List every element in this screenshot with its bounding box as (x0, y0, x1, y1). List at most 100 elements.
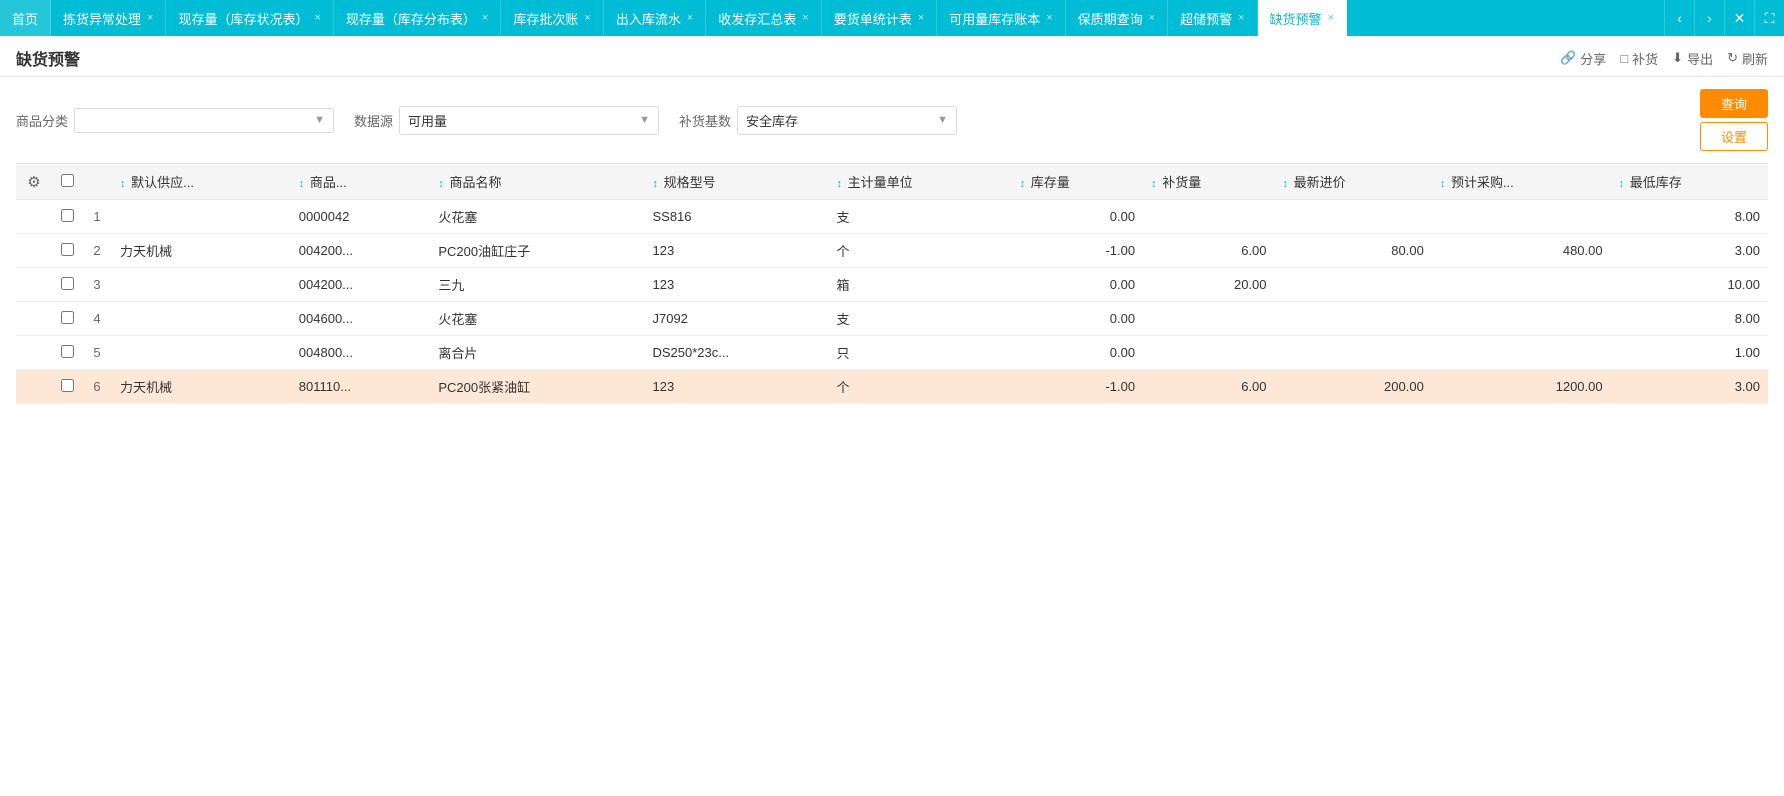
td-latest-price (1275, 302, 1432, 336)
th-name[interactable]: ↕ 商品名称 (430, 164, 644, 200)
tab-close-icon[interactable]: × (1046, 12, 1052, 24)
nav-tab-10[interactable]: 超储预警× (1168, 0, 1257, 36)
td-est-purchase: 1200.00 (1432, 370, 1611, 404)
td-code: 801110... (291, 370, 431, 404)
th-checkbox[interactable] (52, 164, 82, 200)
tab-close-icon[interactable]: × (482, 12, 488, 24)
td-checkbox[interactable] (52, 370, 82, 404)
tab-close-icon[interactable]: × (314, 12, 320, 24)
datasource-select[interactable]: 可用量 ▼ (399, 106, 659, 135)
th-code[interactable]: ↕ 商品... (291, 164, 431, 200)
replenish-button[interactable]: □ 补货 (1620, 49, 1658, 68)
refresh-label: 刷新 (1742, 49, 1768, 68)
header-actions: 🔗 分享 □ 补货 ⬇ 导出 ↻ 刷新 (1560, 49, 1768, 68)
td-min-stock: 3.00 (1611, 370, 1768, 404)
td-est-purchase (1432, 336, 1611, 370)
td-checkbox[interactable] (52, 268, 82, 302)
row-checkbox[interactable] (61, 209, 74, 222)
th-latest-price[interactable]: ↕ 最新进价 (1275, 164, 1432, 200)
sort-icon: ↕ (120, 178, 126, 190)
tab-close-icon[interactable]: × (1149, 12, 1155, 24)
nav-tab-2[interactable]: 现存量（库存状况表）× (166, 0, 333, 36)
td-unit: 支 (829, 302, 1012, 336)
settings-button[interactable]: 设置 (1700, 122, 1768, 151)
nav-next-button[interactable]: › (1694, 0, 1724, 36)
export-button[interactable]: ⬇ 导出 (1672, 49, 1713, 68)
nav-tab-3[interactable]: 现存量（库存分布表）× (334, 0, 501, 36)
sort-icon: ↕ (837, 178, 843, 190)
nav-tab-4[interactable]: 库存批次账× (501, 0, 603, 36)
row-checkbox[interactable] (61, 379, 74, 392)
th-stock[interactable]: ↕ 库存量 (1012, 164, 1143, 200)
td-supplier: 力天机械 (112, 234, 291, 268)
tab-close-icon[interactable]: × (584, 12, 590, 24)
nav-tab-6[interactable]: 收发存汇总表× (706, 0, 821, 36)
share-icon: 🔗 (1560, 50, 1576, 66)
nav-tab-1[interactable]: 拣货异常处理× (51, 0, 166, 36)
td-code: 004200... (291, 234, 431, 268)
td-name: 三九 (430, 268, 644, 302)
tab-close-icon[interactable]: × (687, 12, 693, 24)
th-replenish[interactable]: ↕ 补货量 (1143, 164, 1274, 200)
nav-tab-11[interactable]: 缺货预警× (1258, 0, 1347, 36)
td-checkbox[interactable] (52, 200, 82, 234)
nav-fullscreen-button[interactable]: ⛶ (1754, 0, 1784, 36)
gear-icon[interactable]: ⚙ (27, 174, 40, 191)
td-replenish (1143, 200, 1274, 234)
table-row: 1 0000042 火花塞 SS816 支 0.00 8.00 (16, 200, 1768, 234)
export-icon: ⬇ (1672, 50, 1683, 66)
nav-tab-8[interactable]: 可用量库存账本× (937, 0, 1065, 36)
datasource-chevron-icon: ▼ (639, 114, 650, 126)
share-button[interactable]: 🔗 分享 (1560, 49, 1606, 68)
row-checkbox[interactable] (61, 277, 74, 290)
td-min-stock: 8.00 (1611, 302, 1768, 336)
row-checkbox[interactable] (61, 345, 74, 358)
replenish-base-select[interactable]: 安全库存 ▼ (737, 106, 957, 135)
table-header-row: ⚙ ↕ 默认供应... ↕ 商品... ↕ (16, 164, 1768, 200)
nav-tab-7[interactable]: 要货单统计表× (822, 0, 937, 36)
replenish-base-label: 补货基数 (679, 111, 731, 130)
category-select[interactable]: ▼ (74, 108, 334, 133)
td-spec: 123 (644, 268, 828, 302)
query-button[interactable]: 查询 (1700, 89, 1768, 118)
nav-close-button[interactable]: ✕ (1724, 0, 1754, 36)
filter-bar: 商品分类 ▼ 数据源 可用量 ▼ 补货基数 安全库存 ▼ 查询 设置 (0, 77, 1784, 163)
td-code: 004200... (291, 268, 431, 302)
th-spec[interactable]: ↕ 规格型号 (644, 164, 828, 200)
td-name: PC200张紧油缸 (430, 370, 644, 404)
select-all-checkbox[interactable] (61, 174, 74, 187)
td-name: 离合片 (430, 336, 644, 370)
td-name: PC200油缸庄子 (430, 234, 644, 268)
th-est-purchase[interactable]: ↕ 预计采购... (1432, 164, 1611, 200)
nav-prev-button[interactable]: ‹ (1664, 0, 1694, 36)
table-row: 5 004800... 离合片 DS250*23c... 只 0.00 1.00 (16, 336, 1768, 370)
tab-close-icon[interactable]: × (918, 12, 924, 24)
td-unit: 只 (829, 336, 1012, 370)
td-latest-price: 80.00 (1275, 234, 1432, 268)
td-checkbox[interactable] (52, 302, 82, 336)
tab-close-icon[interactable]: × (802, 12, 808, 24)
td-replenish (1143, 336, 1274, 370)
tab-close-icon[interactable]: × (1328, 12, 1334, 24)
tab-close-icon[interactable]: × (147, 12, 153, 24)
th-unit[interactable]: ↕ 主计量单位 (829, 164, 1012, 200)
tab-close-icon[interactable]: × (1238, 12, 1244, 24)
row-checkbox[interactable] (61, 311, 74, 324)
nav-tab-5[interactable]: 出入库流水× (604, 0, 706, 36)
td-gear (16, 200, 52, 234)
td-replenish: 6.00 (1143, 370, 1274, 404)
td-row-num: 4 (82, 302, 112, 336)
datasource-filter: 数据源 可用量 ▼ (354, 106, 659, 135)
th-supplier[interactable]: ↕ 默认供应... (112, 164, 291, 200)
td-row-num: 3 (82, 268, 112, 302)
td-checkbox[interactable] (52, 336, 82, 370)
nav-tab-9[interactable]: 保质期查询× (1066, 0, 1168, 36)
nav-tab-0[interactable]: 首页 (0, 0, 51, 36)
sort-icon: ↕ (1151, 178, 1157, 190)
td-checkbox[interactable] (52, 234, 82, 268)
th-min-stock[interactable]: ↕ 最低库存 (1611, 164, 1768, 200)
refresh-button[interactable]: ↻ 刷新 (1727, 49, 1768, 68)
th-gear[interactable]: ⚙ (16, 164, 52, 200)
row-checkbox[interactable] (61, 243, 74, 256)
nav-controls: ‹ › ✕ ⛶ (1664, 0, 1784, 36)
